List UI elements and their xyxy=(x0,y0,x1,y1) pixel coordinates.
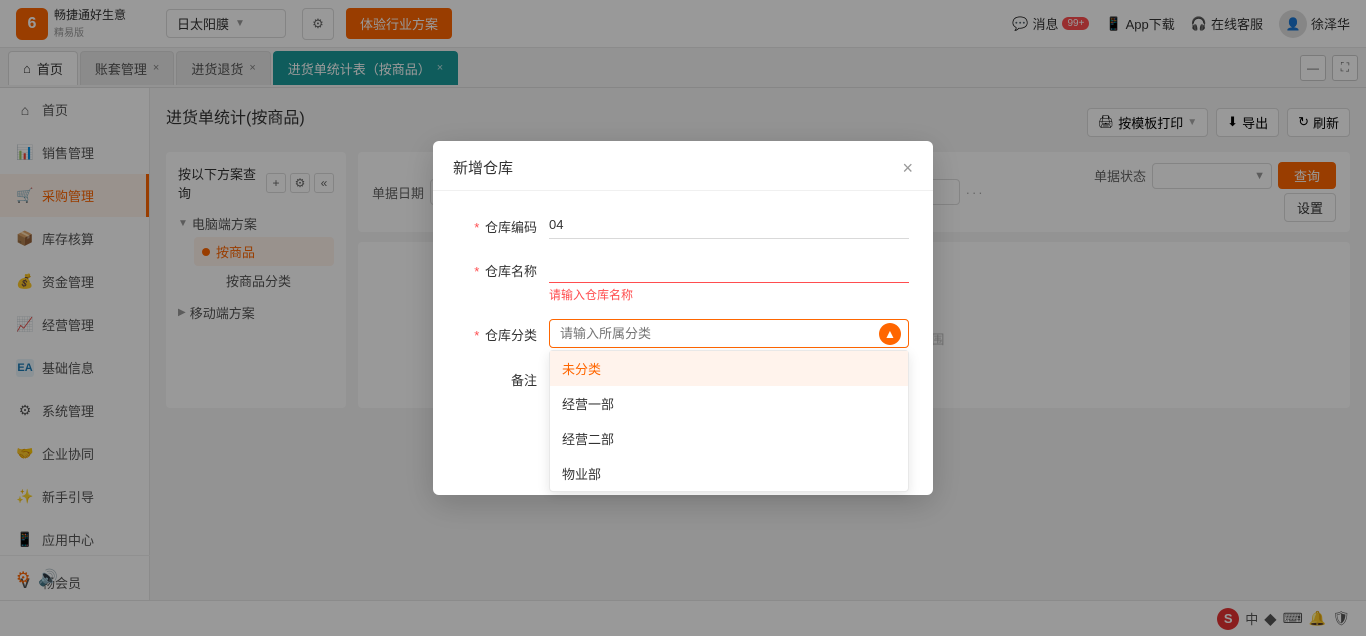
modal-overlay: 新增仓库 × * 仓库编码 * 仓库名称 xyxy=(0,0,1366,636)
modal-body: * 仓库编码 * 仓库名称 请输入仓库名称 xyxy=(433,191,933,428)
category-option-ops1[interactable]: 经营一部 xyxy=(550,386,908,421)
warehouse-code-row: * 仓库编码 xyxy=(457,211,909,239)
warehouse-code-label: * 仓库编码 xyxy=(457,211,537,236)
new-warehouse-modal: 新增仓库 × * 仓库编码 * 仓库名称 xyxy=(433,141,933,495)
remark-label: 备注 xyxy=(457,364,537,389)
warehouse-name-row: * 仓库名称 请输入仓库名称 xyxy=(457,255,909,303)
warehouse-name-error: 请输入仓库名称 xyxy=(549,286,909,303)
warehouse-category-control: ▲ 未分类 经营一部 经营二部 物业部 xyxy=(549,319,909,348)
category-option-ops2[interactable]: 经营二部 xyxy=(550,421,908,456)
modal-title: 新增仓库 xyxy=(453,157,513,178)
category-input-wrapper: ▲ xyxy=(549,319,909,348)
category-toggle-btn[interactable]: ▲ xyxy=(879,323,901,345)
modal-close-btn[interactable]: × xyxy=(902,159,913,177)
warehouse-code-control xyxy=(549,211,909,239)
category-option-property[interactable]: 物业部 xyxy=(550,456,908,491)
category-dropdown: 未分类 经营一部 经营二部 物业部 xyxy=(549,350,909,492)
warehouse-category-row: * 仓库分类 ▲ 未分类 经营一部 经营二部 物业部 xyxy=(457,319,909,348)
category-input[interactable] xyxy=(549,319,909,348)
warehouse-name-control: 请输入仓库名称 xyxy=(549,255,909,303)
warehouse-category-label: * 仓库分类 xyxy=(457,319,537,344)
category-option-none[interactable]: 未分类 xyxy=(550,351,908,386)
warehouse-name-input[interactable] xyxy=(549,255,909,283)
modal-header: 新增仓库 × xyxy=(433,141,933,191)
warehouse-code-input[interactable] xyxy=(549,211,909,239)
warehouse-name-label: * 仓库名称 xyxy=(457,255,537,280)
